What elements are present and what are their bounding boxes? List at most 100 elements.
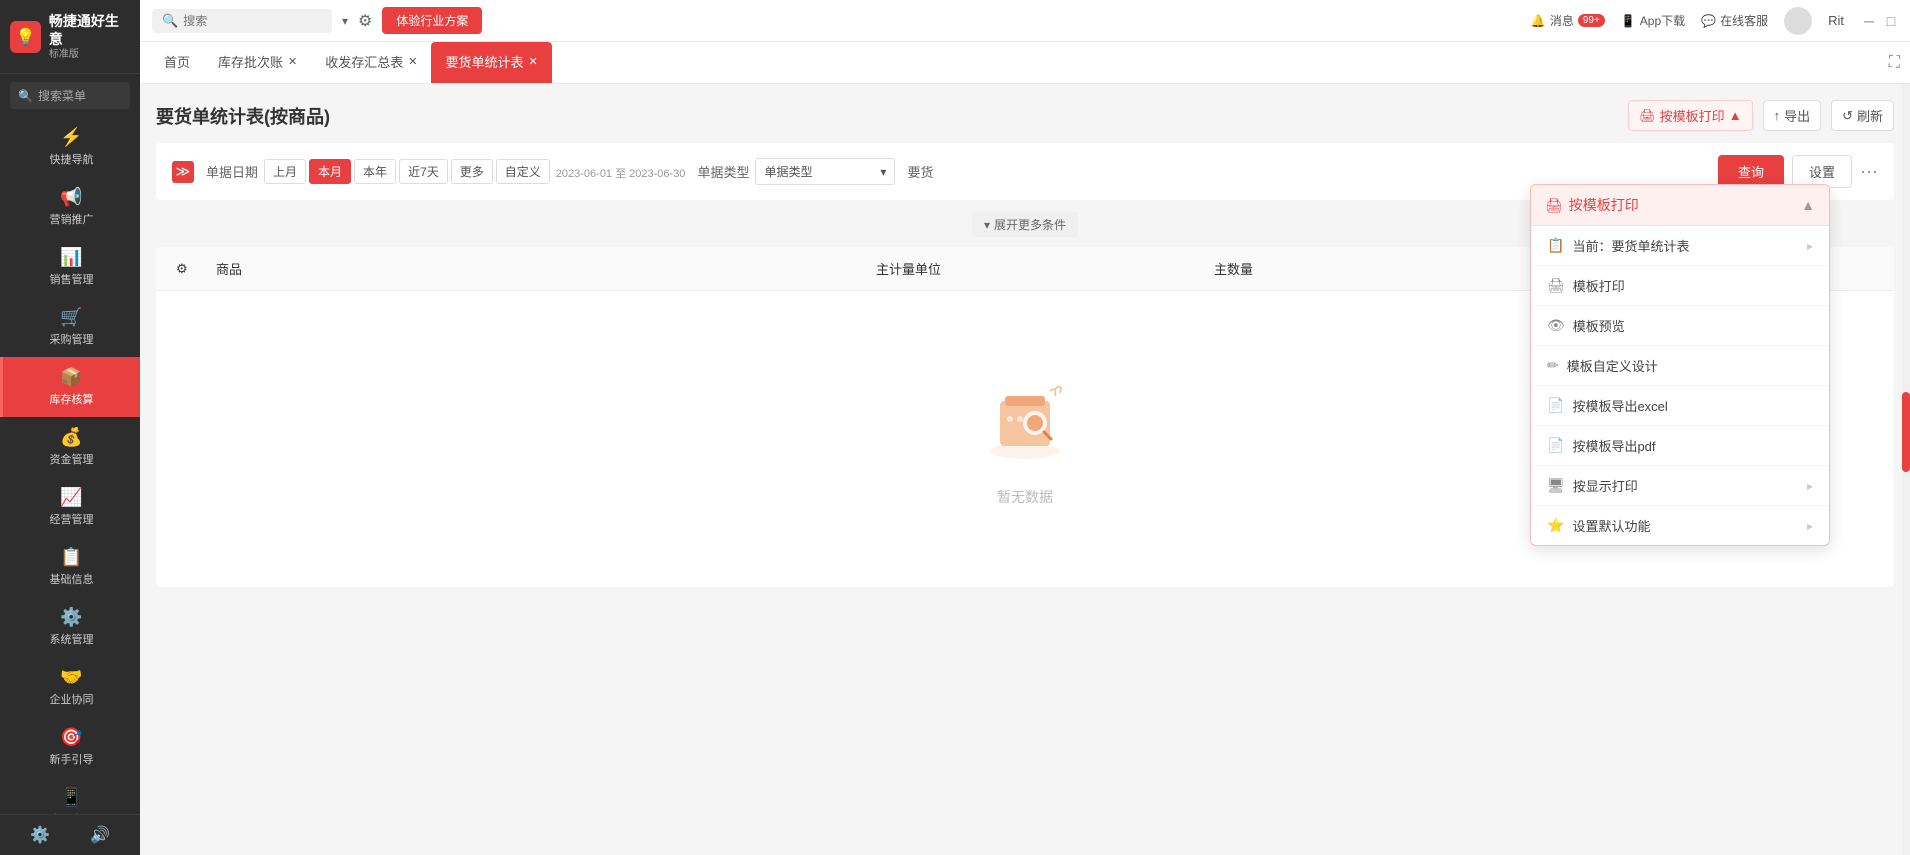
dropdown-template-preview[interactable]: 👁 模板预览 bbox=[1531, 306, 1829, 346]
sidebar-item-system[interactable]: ⚙️ 系统管理 bbox=[0, 597, 140, 657]
app-download-btn[interactable]: 📱 App下载 bbox=[1621, 12, 1685, 29]
scrollbar-thumb[interactable] bbox=[1902, 392, 1910, 472]
sidebar-item-purchase[interactable]: 🛒 采购管理 bbox=[0, 297, 140, 357]
order-type-select[interactable]: 单据类型 ▾ bbox=[755, 158, 895, 185]
expand-more-btn[interactable]: ▾ 展开更多条件 bbox=[972, 212, 1078, 237]
main-area: 🔍 ▾ ⚙ 体验行业方案 🔔 消息 99+ 📱 App下载 💬 在线客服 Rit bbox=[140, 0, 1910, 855]
app-name: 畅捷通好生意 bbox=[49, 12, 130, 48]
download-icon: 📱 bbox=[1621, 14, 1636, 28]
custom-btn[interactable]: 自定义 bbox=[496, 159, 550, 184]
sidebar-item-sales[interactable]: 📊 销售管理 bbox=[0, 237, 140, 297]
more-options-icon[interactable]: ··· bbox=[1860, 161, 1878, 182]
sidebar-search-btn[interactable]: 🔍 搜索菜单 bbox=[10, 82, 130, 109]
sidebar-item-label: 库存核算 bbox=[50, 391, 94, 407]
dropdown-set-default[interactable]: ⭐ 设置默认功能 ▸ bbox=[1531, 506, 1829, 545]
tab-collection-summary-close[interactable]: ✕ bbox=[408, 55, 417, 68]
recent7-btn[interactable]: 近7天 bbox=[399, 159, 448, 184]
category-filter-group: 要货 bbox=[907, 162, 933, 181]
sidebar-item-app[interactable]: 📱 应用中心 bbox=[0, 777, 140, 814]
current-month-btn[interactable]: 本月 bbox=[309, 159, 351, 184]
dropdown-template-pdf[interactable]: 📄 按模板导出pdf bbox=[1531, 426, 1829, 466]
sidebar-item-label: 销售管理 bbox=[50, 271, 94, 287]
sales-icon: 📊 bbox=[60, 247, 82, 268]
current-year-btn[interactable]: 本年 bbox=[354, 159, 396, 184]
sound-icon[interactable]: 🔊 bbox=[90, 825, 110, 845]
dropdown-arrow-icon[interactable]: ▾ bbox=[342, 14, 348, 28]
tab-inventory-batch[interactable]: 库存批次账 ✕ bbox=[204, 42, 311, 83]
filter-expand-btn[interactable]: ≫ bbox=[172, 161, 194, 183]
service-icon: 💬 bbox=[1701, 14, 1716, 28]
sidebar-item-label: 新手引导 bbox=[50, 751, 94, 767]
sidebar-logo: 💡 畅捷通好生意 标准版 bbox=[0, 0, 140, 74]
topbar-search[interactable]: 🔍 bbox=[152, 9, 332, 33]
tab-order-stat-close[interactable]: ✕ bbox=[529, 55, 538, 68]
topbar: 🔍 ▾ ⚙ 体验行业方案 🔔 消息 99+ 📱 App下载 💬 在线客服 Rit bbox=[140, 0, 1910, 42]
notifications-label: 消息 bbox=[1550, 12, 1574, 29]
dropdown-close-icon[interactable]: ▲ bbox=[1801, 197, 1815, 213]
tab-order-stat[interactable]: 要货单统计表 ✕ bbox=[431, 42, 551, 83]
template-excel-label: 按模板导出excel bbox=[1572, 396, 1667, 415]
template-custom-label: 模板自定义设计 bbox=[1567, 356, 1658, 375]
tab-collection-summary-label: 收发存汇总表 bbox=[325, 52, 403, 71]
maximize-icon[interactable]: ⛶ bbox=[1889, 54, 1900, 72]
sidebar-item-guide[interactable]: 🎯 新手引导 bbox=[0, 717, 140, 777]
tab-home[interactable]: 首页 bbox=[150, 42, 204, 83]
chevron-down-icon: ▾ bbox=[880, 165, 886, 179]
app-logo-icon: 💡 bbox=[10, 21, 41, 53]
sidebar-item-label: 快捷导航 bbox=[50, 151, 94, 167]
sidebar-item-collab[interactable]: 🤝 企业协同 bbox=[0, 657, 140, 717]
purchase-icon: 🛒 bbox=[60, 307, 82, 328]
sidebar-item-shortcut[interactable]: ⚡ 快捷导航 bbox=[0, 117, 140, 177]
export-btn[interactable]: ↑ 导出 bbox=[1763, 100, 1822, 131]
sidebar-item-label: 营销推广 bbox=[50, 211, 94, 227]
trial-button[interactable]: 体验行业方案 bbox=[382, 7, 482, 34]
online-service-btn[interactable]: 💬 在线客服 bbox=[1701, 12, 1768, 29]
template-print-btn[interactable]: 🖨 按模板打印 ▲ bbox=[1628, 100, 1752, 131]
page-header: 要货单统计表(按商品) 🖨 按模板打印 ▲ ↑ 导出 ↺ 刷新 bbox=[156, 100, 1894, 131]
sidebar-item-basic[interactable]: 📋 基础信息 bbox=[0, 537, 140, 597]
chevron-right-icon: ▸ bbox=[1807, 519, 1813, 533]
window-minimize-btn[interactable]: ─ bbox=[1862, 14, 1876, 28]
search-input[interactable] bbox=[183, 14, 303, 28]
template-preview-label: 模板预览 bbox=[1573, 316, 1625, 335]
dropdown-title-label: 按模板打印 bbox=[1569, 195, 1639, 215]
dropdown-template-print[interactable]: 🖨 模板打印 bbox=[1531, 266, 1829, 306]
dropdown-display-print[interactable]: 🖥 按显示打印 ▸ bbox=[1531, 466, 1829, 506]
tab-collection-summary[interactable]: 收发存汇总表 ✕ bbox=[311, 42, 431, 83]
category-label: 要货 bbox=[907, 162, 933, 181]
topbar-search-icon: 🔍 bbox=[162, 13, 178, 29]
th-product: 商品 bbox=[208, 255, 868, 282]
notifications-badge: 99+ bbox=[1578, 14, 1605, 27]
guide-icon: 🎯 bbox=[60, 727, 82, 748]
online-service-label: 在线客服 bbox=[1720, 12, 1768, 29]
gear-icon[interactable]: ⚙ bbox=[358, 11, 372, 31]
dropdown-current-template[interactable]: 📋 当前：要货单统计表 ▸ bbox=[1531, 226, 1829, 266]
display-print-label: 按显示打印 bbox=[1573, 476, 1638, 495]
system-icon: ⚙️ bbox=[60, 607, 82, 628]
refresh-btn[interactable]: ↺ 刷新 bbox=[1831, 100, 1894, 131]
bell-icon: 🔔 bbox=[1531, 14, 1546, 28]
prev-month-btn[interactable]: 上月 bbox=[264, 159, 306, 184]
window-maximize-btn[interactable]: □ bbox=[1884, 14, 1898, 28]
sidebar-bottom: ⚙️ 🔊 bbox=[0, 814, 140, 855]
tab-inventory-batch-close[interactable]: ✕ bbox=[288, 55, 297, 68]
dropdown-template-custom[interactable]: ✏ 模板自定义设计 bbox=[1531, 346, 1829, 386]
sidebar-item-label: 经营管理 bbox=[50, 511, 94, 527]
settings-icon[interactable]: ⚙️ bbox=[30, 825, 50, 845]
dropdown-template-excel[interactable]: 📄 按模板导出excel bbox=[1531, 386, 1829, 426]
avatar[interactable] bbox=[1784, 7, 1812, 35]
right-scrollbar[interactable] bbox=[1902, 84, 1910, 855]
sidebar-nav: ⚡ 快捷导航 📢 营销推广 📊 销售管理 🛒 采购管理 📦 库存核算 💰 资金管… bbox=[0, 117, 140, 814]
sidebar-item-inventory[interactable]: 📦 库存核算 bbox=[0, 357, 140, 417]
th-settings[interactable]: ⚙ bbox=[168, 257, 208, 281]
notifications-btn[interactable]: 🔔 消息 99+ bbox=[1531, 12, 1605, 29]
sidebar-item-label: 系统管理 bbox=[50, 631, 94, 647]
template-pdf-label: 按模板导出pdf bbox=[1572, 436, 1655, 455]
shortcut-icon: ⚡ bbox=[60, 127, 82, 148]
default-func-icon: ⭐ bbox=[1547, 517, 1564, 534]
sidebar-item-marketing[interactable]: 📢 营销推广 bbox=[0, 177, 140, 237]
sidebar-item-finance[interactable]: 💰 资金管理 bbox=[0, 417, 140, 477]
default-func-label: 设置默认功能 bbox=[1572, 516, 1650, 535]
more-btn[interactable]: 更多 bbox=[451, 159, 493, 184]
sidebar-item-operations[interactable]: 📈 经营管理 bbox=[0, 477, 140, 537]
